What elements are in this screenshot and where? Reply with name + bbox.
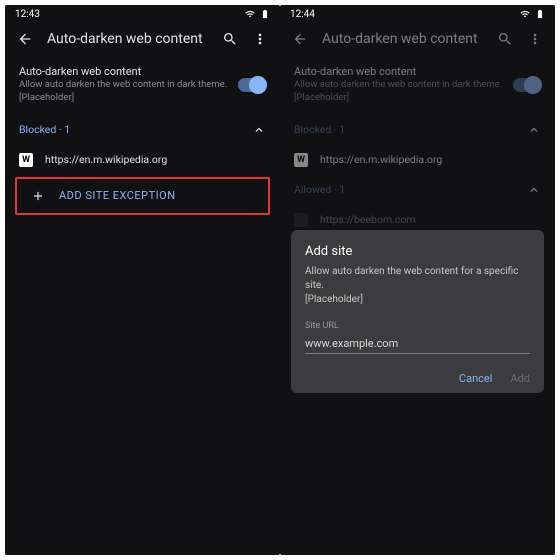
back-icon[interactable] (292, 31, 308, 47)
highlight-box: ADD SITE EXCEPTION (15, 177, 270, 215)
setting-desc-1: Allow auto darken the web content in dar… (19, 79, 228, 91)
app-bar: Auto-darken web content (5, 23, 280, 55)
setting-desc-1: Allow auto darken the web content in dar… (294, 79, 503, 91)
site-row-wikipedia[interactable]: W https://en.m.wikipedia.org (5, 145, 280, 175)
dialog-input-label: Site URL (305, 321, 530, 331)
phone-left: 12:43 Auto-darken web content Auto-darke… (5, 5, 280, 555)
site-url: https://beebom.com (320, 213, 416, 226)
toggle-switch[interactable] (238, 78, 266, 92)
back-icon[interactable] (17, 31, 33, 47)
setting-title: Auto-darken web content (19, 65, 228, 78)
content: Auto-darken web content Allow auto darke… (5, 55, 280, 215)
content: Auto-darken web content Allow auto darke… (280, 55, 555, 235)
chevron-up-icon (252, 123, 266, 137)
cancel-button[interactable]: Cancel (459, 372, 492, 385)
blocked-section-header[interactable]: Blocked · 1 (280, 115, 555, 145)
wifi-icon (245, 9, 255, 19)
phone-right: 12:44 Auto-darken web content Auto-darke… (280, 5, 555, 555)
dialog-actions: Cancel Add (305, 372, 530, 385)
dialog-title: Add site (305, 244, 530, 259)
page-title: Auto-darken web content (47, 31, 208, 47)
setting-desc-2: [Placeholder] (294, 92, 503, 104)
add-site-exception-button[interactable]: ADD SITE EXCEPTION (17, 179, 268, 213)
wikipedia-icon: W (294, 153, 308, 167)
status-right (245, 9, 270, 19)
app-bar: Auto-darken web content (280, 23, 555, 55)
wikipedia-icon: W (19, 153, 33, 167)
add-label: ADD SITE EXCEPTION (59, 189, 176, 202)
page-title: Auto-darken web content (322, 31, 483, 47)
blocked-section-header[interactable]: Blocked · 1 (5, 115, 280, 145)
wifi-icon (520, 9, 530, 19)
more-icon[interactable] (252, 31, 268, 47)
setting-title: Auto-darken web content (294, 65, 503, 78)
more-icon[interactable] (527, 31, 543, 47)
setting-desc-2: [Placeholder] (19, 92, 228, 104)
site-url: https://en.m.wikipedia.org (45, 153, 167, 166)
allowed-section-header[interactable]: Allowed · 1 (280, 175, 555, 205)
status-time: 12:43 (15, 9, 40, 20)
battery-icon (260, 9, 270, 19)
search-icon[interactable] (497, 31, 513, 47)
status-bar: 12:44 (280, 5, 555, 23)
site-row-wikipedia[interactable]: W https://en.m.wikipedia.org (280, 145, 555, 175)
dialog-desc-2: [Placeholder] (305, 293, 530, 307)
dialog-desc-1: Allow auto darken the web content for a … (305, 265, 530, 293)
site-row-beebom[interactable]: https://beebom.com (280, 205, 555, 235)
allowed-label: Allowed · 1 (294, 183, 345, 196)
blocked-label: Blocked · 1 (19, 123, 70, 136)
add-site-dialog: Add site Allow auto darken the web conte… (291, 230, 544, 393)
battery-icon (535, 9, 545, 19)
setting-toggle-row[interactable]: Auto-darken web content Allow auto darke… (5, 55, 280, 115)
status-bar: 12:43 (5, 5, 280, 23)
toggle-switch[interactable] (513, 78, 541, 92)
status-right (520, 9, 545, 19)
add-button[interactable]: Add (510, 372, 530, 385)
search-icon[interactable] (222, 31, 238, 47)
chevron-up-icon (527, 123, 541, 137)
chevron-up-icon (527, 183, 541, 197)
site-icon (294, 213, 308, 227)
site-url: https://en.m.wikipedia.org (320, 153, 442, 166)
blocked-label: Blocked · 1 (294, 123, 345, 136)
plus-icon (31, 189, 45, 203)
status-time: 12:44 (290, 9, 315, 20)
setting-toggle-row[interactable]: Auto-darken web content Allow auto darke… (280, 55, 555, 115)
site-url-input[interactable]: www.example.com (305, 333, 530, 354)
